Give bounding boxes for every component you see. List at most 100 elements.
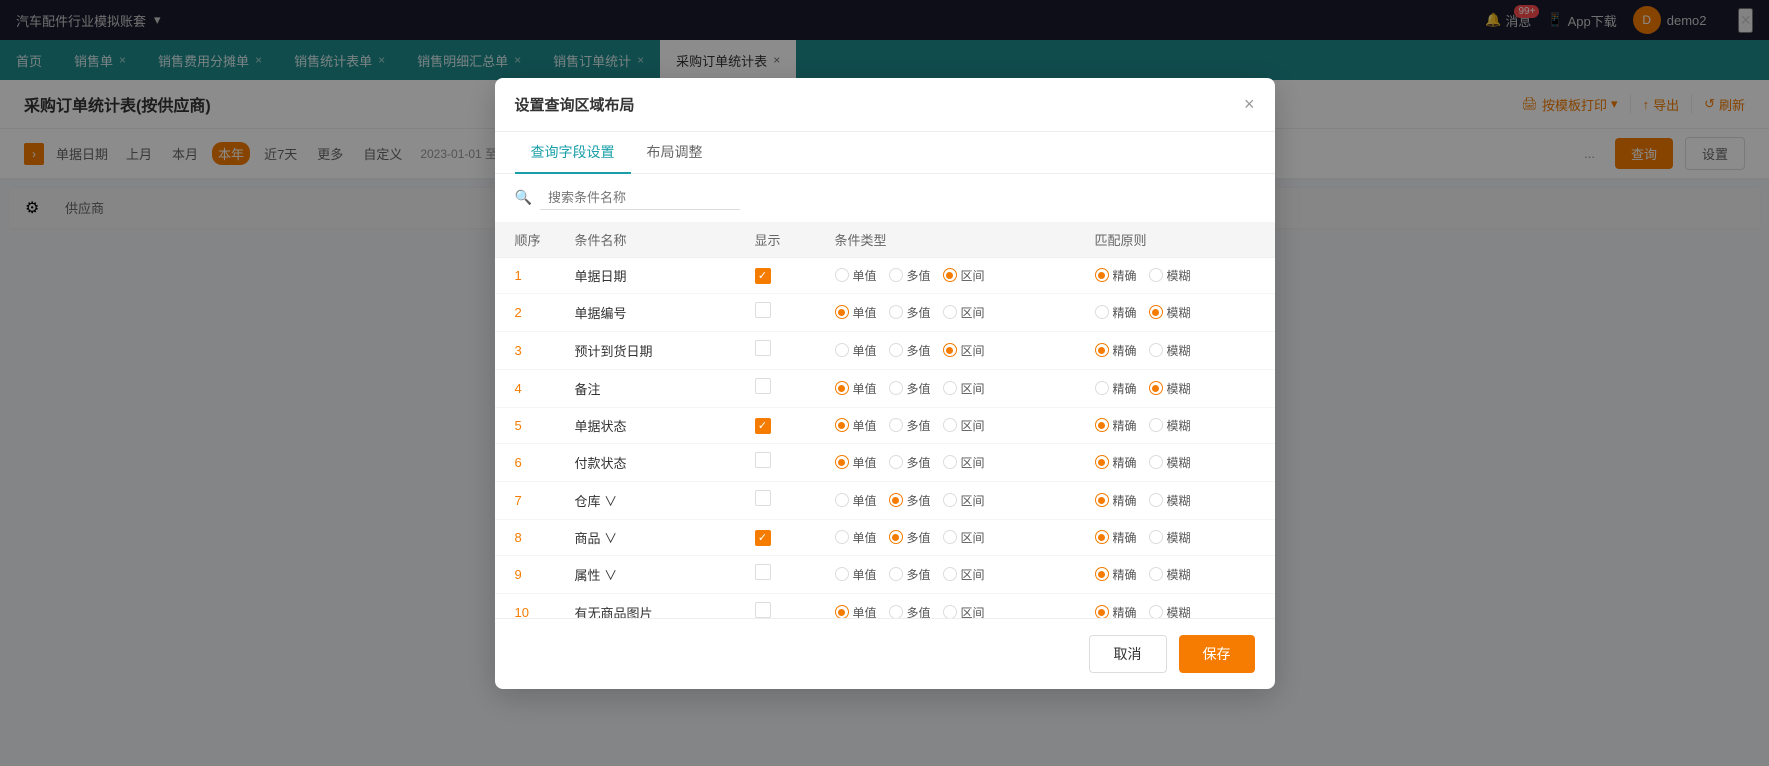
table-row: 2单据编号单值多值区间精确模糊 xyxy=(495,294,1275,332)
modal-table: 顺序 条件名称 显示 条件类型 匹配原则 1单据日期单值多值区间精确模糊2单据编… xyxy=(495,222,1275,618)
tab-layout-adjust-label: 布局调整 xyxy=(647,144,703,160)
radio-match-模糊[interactable]: 模糊 xyxy=(1149,417,1191,434)
radio-type-单值[interactable]: 单值 xyxy=(835,342,877,359)
modal-search-input[interactable] xyxy=(540,186,740,210)
radio-type-多值[interactable]: 多值 xyxy=(889,304,931,321)
row-order: 5 xyxy=(515,418,575,433)
row-name: 单据状态 xyxy=(575,416,755,435)
modal-close-button[interactable]: × xyxy=(1244,94,1255,115)
radio-type-多值[interactable]: 多值 xyxy=(889,604,931,618)
radio-type-区间[interactable]: 区间 xyxy=(943,454,985,471)
radio-match-模糊[interactable]: 模糊 xyxy=(1149,304,1191,321)
col-header-order: 顺序 xyxy=(515,230,575,249)
row-match-group: 精确模糊 xyxy=(1095,604,1275,618)
radio-type-区间[interactable]: 区间 xyxy=(943,417,985,434)
row-name: 备注 xyxy=(575,379,755,398)
modal-tabs: 查询字段设置 布局调整 xyxy=(495,132,1275,174)
tab-layout-adjust[interactable]: 布局调整 xyxy=(631,132,719,174)
radio-type-区间[interactable]: 区间 xyxy=(943,304,985,321)
row-checkbox[interactable] xyxy=(755,416,835,434)
radio-type-区间[interactable]: 区间 xyxy=(943,342,985,359)
row-name: 单据日期 xyxy=(575,266,755,285)
row-checkbox[interactable] xyxy=(755,302,835,323)
row-order: 3 xyxy=(515,343,575,358)
table-row: 7仓库 ∨单值多值区间精确模糊 xyxy=(495,482,1275,520)
col-header-match: 匹配原则 xyxy=(1095,230,1275,249)
radio-type-区间[interactable]: 区间 xyxy=(943,566,985,583)
radio-match-模糊[interactable]: 模糊 xyxy=(1149,267,1191,284)
radio-type-单值[interactable]: 单值 xyxy=(835,566,877,583)
cancel-button[interactable]: 取消 xyxy=(1089,635,1167,673)
row-name: 仓库 ∨ xyxy=(575,491,755,510)
row-match-group: 精确模糊 xyxy=(1095,380,1275,397)
radio-type-多值[interactable]: 多值 xyxy=(889,417,931,434)
radio-match-精确[interactable]: 精确 xyxy=(1095,380,1137,397)
radio-type-区间[interactable]: 区间 xyxy=(943,267,985,284)
radio-match-精确[interactable]: 精确 xyxy=(1095,454,1137,471)
radio-type-区间[interactable]: 区间 xyxy=(943,380,985,397)
radio-match-精确[interactable]: 精确 xyxy=(1095,492,1137,509)
radio-match-精确[interactable]: 精确 xyxy=(1095,342,1137,359)
row-order: 1 xyxy=(515,268,575,283)
radio-match-模糊[interactable]: 模糊 xyxy=(1149,342,1191,359)
radio-match-模糊[interactable]: 模糊 xyxy=(1149,492,1191,509)
tab-query-fields[interactable]: 查询字段设置 xyxy=(515,132,631,174)
row-checkbox[interactable] xyxy=(755,490,835,511)
row-order: 4 xyxy=(515,381,575,396)
radio-type-单值[interactable]: 单值 xyxy=(835,417,877,434)
row-order: 9 xyxy=(515,567,575,582)
radio-match-精确[interactable]: 精确 xyxy=(1095,529,1137,546)
radio-match-模糊[interactable]: 模糊 xyxy=(1149,529,1191,546)
radio-type-多值[interactable]: 多值 xyxy=(889,342,931,359)
radio-match-精确[interactable]: 精确 xyxy=(1095,604,1137,618)
radio-type-单值[interactable]: 单值 xyxy=(835,304,877,321)
radio-type-单值[interactable]: 单值 xyxy=(835,454,877,471)
radio-type-多值[interactable]: 多值 xyxy=(889,454,931,471)
modal-header: 设置查询区域布局 × xyxy=(495,78,1275,132)
row-checkbox[interactable] xyxy=(755,528,835,546)
radio-type-多值[interactable]: 多值 xyxy=(889,267,931,284)
row-type-group: 单值多值区间 xyxy=(835,304,1095,321)
radio-match-精确[interactable]: 精确 xyxy=(1095,417,1137,434)
modal-table-body: 1单据日期单值多值区间精确模糊2单据编号单值多值区间精确模糊3预计到货日期单值多… xyxy=(495,258,1275,618)
radio-type-区间[interactable]: 区间 xyxy=(943,492,985,509)
row-checkbox[interactable] xyxy=(755,564,835,585)
table-row: 4备注单值多值区间精确模糊 xyxy=(495,370,1275,408)
radio-type-多值[interactable]: 多值 xyxy=(889,380,931,397)
radio-type-区间[interactable]: 区间 xyxy=(943,604,985,618)
row-name: 商品 ∨ xyxy=(575,528,755,547)
radio-match-模糊[interactable]: 模糊 xyxy=(1149,604,1191,618)
radio-type-单值[interactable]: 单值 xyxy=(835,604,877,618)
radio-match-模糊[interactable]: 模糊 xyxy=(1149,380,1191,397)
row-match-group: 精确模糊 xyxy=(1095,417,1275,434)
radio-type-多值[interactable]: 多值 xyxy=(889,529,931,546)
row-type-group: 单值多值区间 xyxy=(835,604,1095,618)
save-button[interactable]: 保存 xyxy=(1179,635,1255,673)
row-match-group: 精确模糊 xyxy=(1095,529,1275,546)
radio-match-精确[interactable]: 精确 xyxy=(1095,304,1137,321)
row-checkbox[interactable] xyxy=(755,378,835,399)
row-match-group: 精确模糊 xyxy=(1095,304,1275,321)
radio-match-模糊[interactable]: 模糊 xyxy=(1149,454,1191,471)
radio-match-精确[interactable]: 精确 xyxy=(1095,566,1137,583)
row-checkbox[interactable] xyxy=(755,340,835,361)
row-type-group: 单值多值区间 xyxy=(835,566,1095,583)
radio-type-多值[interactable]: 多值 xyxy=(889,566,931,583)
row-order: 8 xyxy=(515,530,575,545)
radio-type-单值[interactable]: 单值 xyxy=(835,267,877,284)
radio-type-单值[interactable]: 单值 xyxy=(835,380,877,397)
row-name: 预计到货日期 xyxy=(575,341,755,360)
radio-type-单值[interactable]: 单值 xyxy=(835,529,877,546)
row-type-group: 单值多值区间 xyxy=(835,380,1095,397)
row-match-group: 精确模糊 xyxy=(1095,267,1275,284)
row-checkbox[interactable] xyxy=(755,452,835,473)
radio-type-区间[interactable]: 区间 xyxy=(943,529,985,546)
radio-type-多值[interactable]: 多值 xyxy=(889,492,931,509)
row-checkbox[interactable] xyxy=(755,266,835,284)
radio-match-精确[interactable]: 精确 xyxy=(1095,267,1137,284)
radio-type-单值[interactable]: 单值 xyxy=(835,492,877,509)
tab-query-fields-label: 查询字段设置 xyxy=(531,144,615,160)
radio-match-模糊[interactable]: 模糊 xyxy=(1149,566,1191,583)
row-order: 2 xyxy=(515,305,575,320)
row-checkbox[interactable] xyxy=(755,602,835,618)
